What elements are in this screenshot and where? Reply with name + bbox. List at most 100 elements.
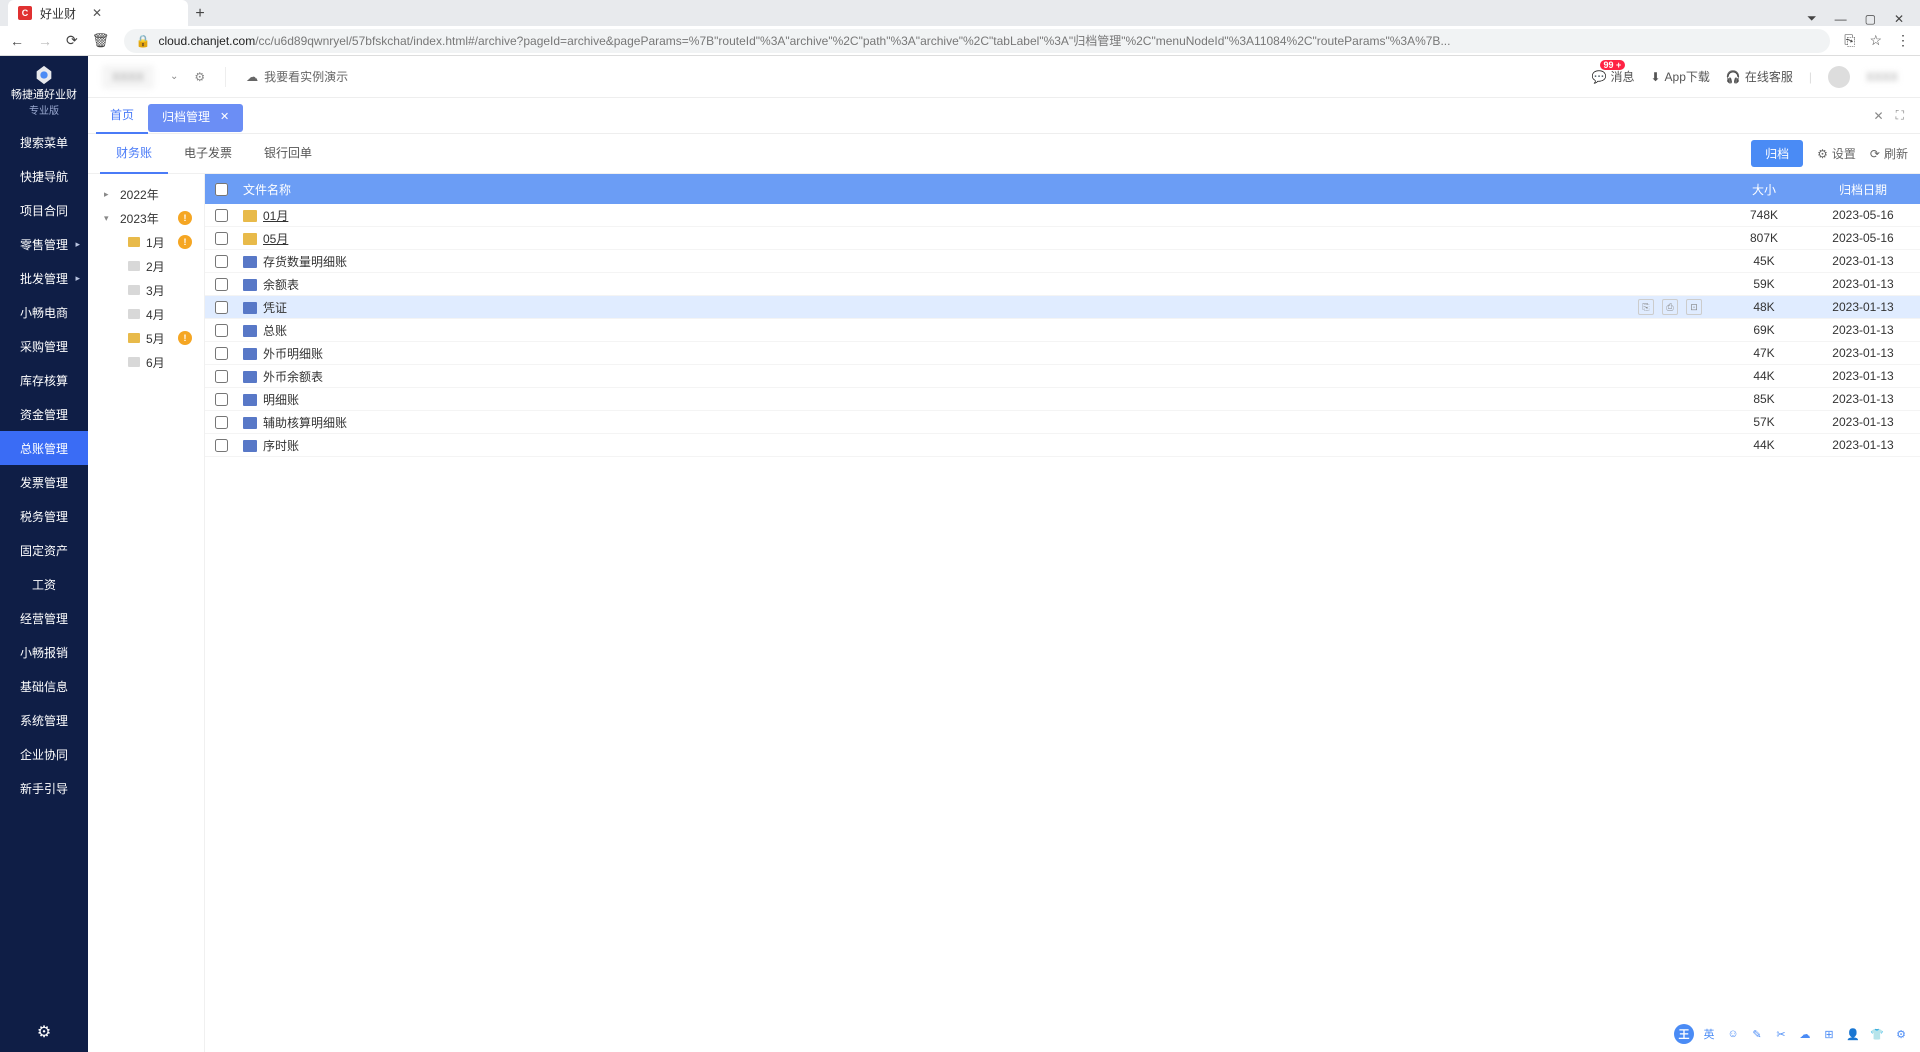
download-button[interactable]: ⬇ App下载 (1650, 68, 1709, 85)
sidebar-item[interactable]: 基础信息 (0, 669, 88, 703)
tree-year-2023[interactable]: ▾ 2023年 ! (92, 206, 200, 230)
org-selector[interactable]: XXXX (102, 65, 154, 89)
star-icon[interactable]: ☆ (1869, 32, 1882, 49)
subtab-bank[interactable]: 银行回单 (248, 134, 328, 174)
row-checkbox[interactable] (215, 278, 228, 291)
sidebar-item[interactable]: 经营管理 (0, 601, 88, 635)
tree-month-3[interactable]: 3月 (92, 278, 200, 302)
ime-icon[interactable]: 👕 (1868, 1025, 1886, 1043)
close-tab-icon[interactable]: ✕ (220, 110, 229, 123)
ime-icon[interactable]: ⊞ (1820, 1025, 1838, 1043)
row-action-icon[interactable]: ⎙ (1662, 299, 1678, 315)
table-row[interactable]: 外币余额表44K2023-01-13 (205, 365, 1920, 388)
ime-icon[interactable]: ✂ (1772, 1025, 1790, 1043)
refresh-link[interactable]: ⟳ 刷新 (1870, 145, 1908, 162)
table-row[interactable]: 总账69K2023-01-13 (205, 319, 1920, 342)
sidebar-item[interactable]: 小畅报销 (0, 635, 88, 669)
file-name[interactable]: 01月 (263, 209, 288, 223)
minimize-icon[interactable]: — (1835, 12, 1847, 26)
sidebar-item[interactable]: 小畅电商 (0, 295, 88, 329)
sidebar-item[interactable]: 采购管理 (0, 329, 88, 363)
ime-main-icon[interactable]: 王 (1674, 1024, 1694, 1044)
ime-icon[interactable]: ✎ (1748, 1025, 1766, 1043)
sidebar-item[interactable]: 零售管理 (0, 227, 88, 261)
tree-month-1[interactable]: 1月 ! (92, 230, 200, 254)
row-checkbox[interactable] (215, 416, 228, 429)
subtab-invoice[interactable]: 电子发票 (168, 134, 248, 174)
sidebar-item[interactable]: 批发管理 (0, 261, 88, 295)
sidebar-item[interactable]: 新手引导 (0, 771, 88, 805)
row-action-icon[interactable]: ⊡ (1686, 299, 1702, 315)
tab-archive[interactable]: 归档管理 ✕ (148, 104, 243, 132)
table-row[interactable]: 外币明细账47K2023-01-13 (205, 342, 1920, 365)
sidebar-item[interactable]: 发票管理 (0, 465, 88, 499)
sidebar-item[interactable]: 系统管理 (0, 703, 88, 737)
sidebar-item[interactable]: 资金管理 (0, 397, 88, 431)
ime-icon[interactable]: ⚙ (1892, 1025, 1910, 1043)
install-icon[interactable]: ⎘ (1844, 32, 1855, 49)
row-checkbox[interactable] (215, 232, 228, 245)
row-checkbox[interactable] (215, 324, 228, 337)
settings-link[interactable]: ⚙ 设置 (1817, 145, 1856, 162)
sidebar-item[interactable]: 总账管理 (0, 431, 88, 465)
demo-link[interactable]: ☁ 我要看实例演示 (246, 68, 348, 85)
row-checkbox[interactable] (215, 347, 228, 360)
tree-month-5[interactable]: 5月 ! (92, 326, 200, 350)
gear-icon[interactable]: ⚙ (37, 1022, 51, 1042)
table-row[interactable]: 凭证⎘⎙⊡48K2023-01-13 (205, 296, 1920, 319)
sidebar-item[interactable]: 工资 (0, 567, 88, 601)
menu-icon[interactable]: ⋮ (1896, 32, 1910, 49)
select-all-checkbox[interactable] (215, 183, 228, 196)
sidebar-item[interactable]: 税务管理 (0, 499, 88, 533)
table-row[interactable]: 序时账44K2023-01-13 (205, 434, 1920, 457)
ime-lang-icon[interactable]: 英 (1700, 1025, 1718, 1043)
gear-icon[interactable]: ⚙ (194, 70, 205, 84)
row-action-icon[interactable]: ⎘ (1638, 299, 1654, 315)
new-tab-button[interactable]: + (188, 2, 212, 26)
avatar[interactable] (1828, 66, 1850, 88)
close-tab-icon[interactable]: ✕ (92, 6, 102, 20)
tree-month-2[interactable]: 2月 (92, 254, 200, 278)
row-checkbox[interactable] (215, 439, 228, 452)
sidebar-item[interactable]: 项目合同 (0, 193, 88, 227)
tree-year-2022[interactable]: ▸ 2022年 (92, 182, 200, 206)
sidebar-item[interactable]: 搜索菜单 (0, 125, 88, 159)
file-name[interactable]: 05月 (263, 232, 288, 246)
ime-icon[interactable]: ☺ (1724, 1025, 1742, 1043)
maximize-icon[interactable]: ▢ (1865, 12, 1876, 26)
down-icon[interactable]: ⏷ (1807, 11, 1817, 26)
subtab-finance[interactable]: 财务账 (100, 134, 168, 174)
service-button[interactable]: 🎧 在线客服 (1726, 68, 1793, 85)
tab-home[interactable]: 首页 (96, 98, 148, 134)
messages-button[interactable]: 99 + 💬 消息 (1592, 68, 1635, 85)
reload-icon[interactable]: ⟳ (66, 32, 78, 49)
forward-icon[interactable]: → (38, 33, 52, 49)
row-checkbox[interactable] (215, 209, 228, 222)
archive-button[interactable]: 归档 (1751, 140, 1803, 167)
tree-month-4[interactable]: 4月 (92, 302, 200, 326)
table-row[interactable]: 05月807K2023-05-16 (205, 227, 1920, 250)
sidebar-item[interactable]: 库存核算 (0, 363, 88, 397)
table-row[interactable]: 明细账85K2023-01-13 (205, 388, 1920, 411)
url-bar[interactable]: 🔒 cloud.chanjet.com/cc/u6d89qwnryel/57bf… (124, 29, 1831, 53)
sidebar-item[interactable]: 固定资产 (0, 533, 88, 567)
table-row[interactable]: 辅助核算明细账57K2023-01-13 (205, 411, 1920, 434)
trash-icon[interactable]: 🗑 (92, 32, 110, 49)
close-all-icon[interactable]: ✕ (1874, 109, 1884, 123)
row-checkbox[interactable] (215, 393, 228, 406)
chevron-down-icon[interactable]: ⌄ (170, 71, 178, 82)
ime-icon[interactable]: 👤 (1844, 1025, 1862, 1043)
browser-tab[interactable]: C 好业财 ✕ (8, 0, 188, 26)
ime-icon[interactable]: ☁ (1796, 1025, 1814, 1043)
close-window-icon[interactable]: ✕ (1894, 12, 1904, 26)
back-icon[interactable]: ← (10, 33, 24, 49)
sidebar-item[interactable]: 快捷导航 (0, 159, 88, 193)
table-row[interactable]: 存货数量明细账45K2023-01-13 (205, 250, 1920, 273)
row-checkbox[interactable] (215, 301, 228, 314)
table-row[interactable]: 余额表59K2023-01-13 (205, 273, 1920, 296)
tree-month-6[interactable]: 6月 (92, 350, 200, 374)
row-checkbox[interactable] (215, 255, 228, 268)
fullscreen-icon[interactable]: ⛶ (1896, 108, 1904, 123)
table-row[interactable]: 01月748K2023-05-16 (205, 204, 1920, 227)
row-checkbox[interactable] (215, 370, 228, 383)
